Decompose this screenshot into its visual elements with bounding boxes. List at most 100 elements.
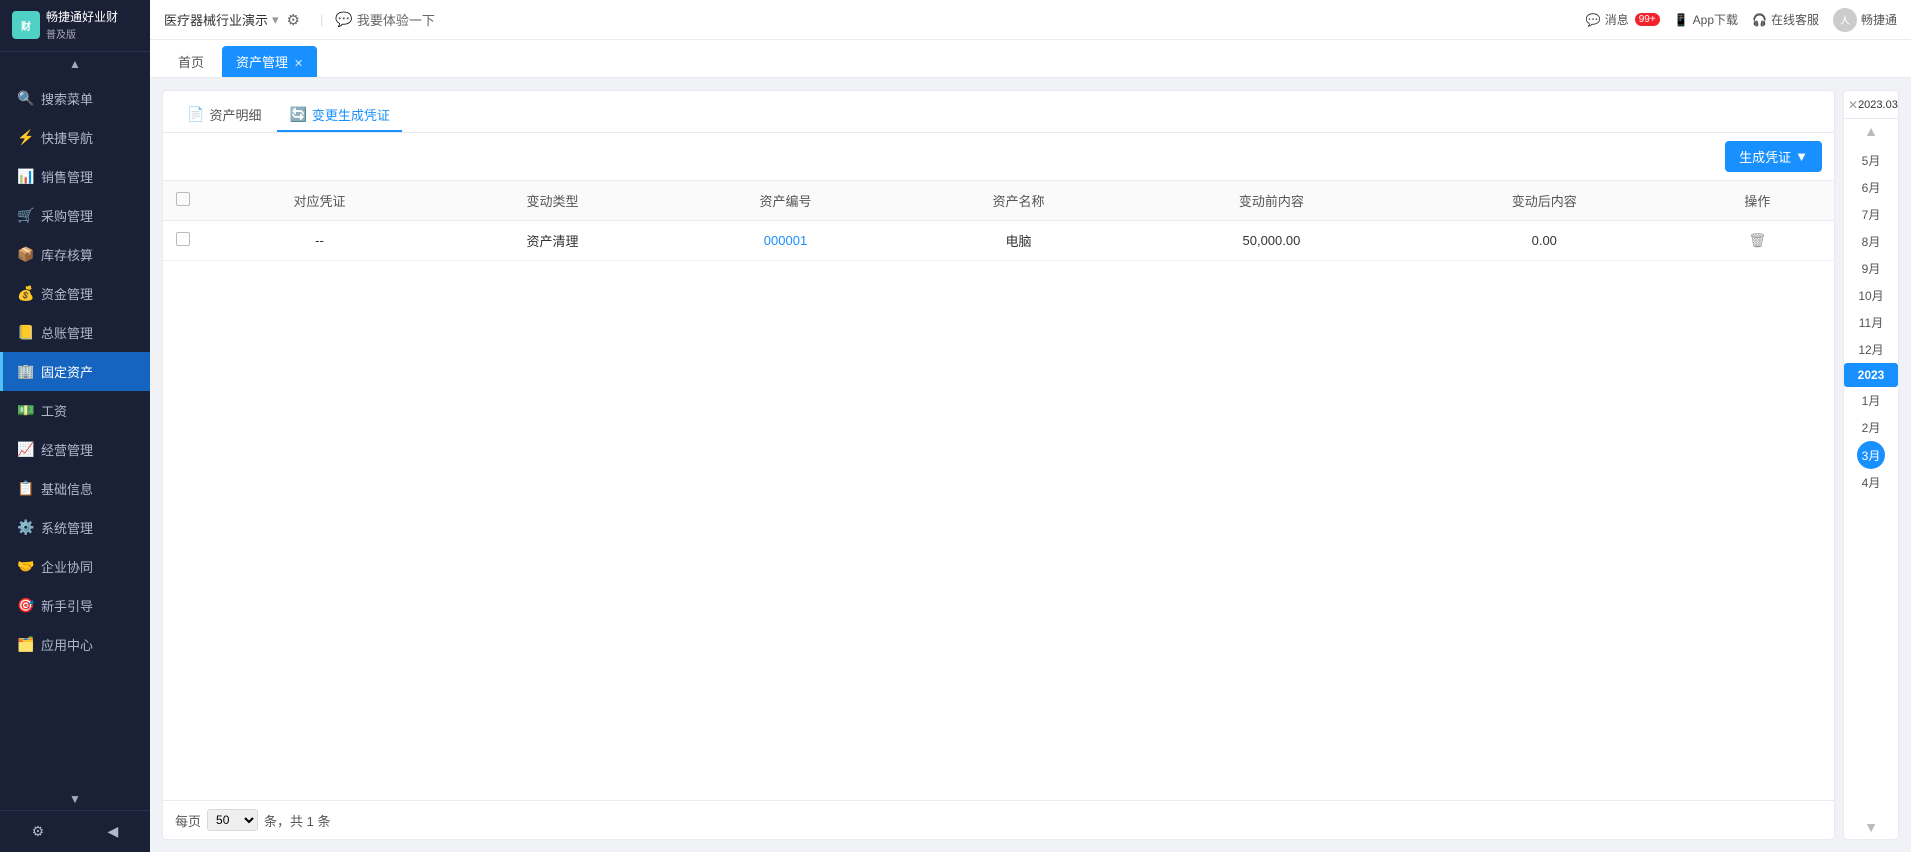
col-header-checkbox: [163, 181, 203, 221]
sidebar-item-sales[interactable]: 📊 销售管理: [0, 157, 150, 196]
right-panel-header: ✕ 2023.03 ⛶: [1844, 91, 1898, 119]
nav-icon-basic-info: 📋: [17, 480, 33, 497]
subtab-label-change-voucher: 变更生成凭证: [312, 105, 390, 124]
total-text: 条，共 1 条: [264, 811, 330, 830]
app-download-btn[interactable]: 📱 App下载: [1674, 11, 1738, 28]
subtabs: 📄 资产明细 🔄 变更生成凭证: [163, 91, 1834, 133]
data-table-wrap: 对应凭证变动类型资产编号资产名称变动前内容变动后内容操作 -- 资产清理 000…: [163, 181, 1834, 800]
nav-label-guide: 新手引导: [41, 596, 93, 615]
logo-icon: 财: [12, 11, 40, 39]
nav-label-apps: 应用中心: [41, 635, 93, 654]
timeline-down-btn[interactable]: ▼: [1844, 815, 1898, 839]
sidebar-item-payroll[interactable]: 💵 工资: [0, 391, 150, 430]
user-avatar: 人: [1833, 8, 1857, 32]
col-header-before-change: 变动前内容: [1135, 181, 1408, 221]
experience-icon: 💬: [335, 11, 352, 28]
col-header-asset-name: 资产名称: [902, 181, 1135, 221]
sidebar-item-collab[interactable]: 🤝 企业协同: [0, 547, 150, 586]
nav-label-basic-info: 基础信息: [41, 479, 93, 498]
app-download-icon: 📱: [1674, 13, 1689, 27]
timeline-month-3月[interactable]: 3月: [1857, 441, 1885, 469]
timeline-up-btn[interactable]: ▲: [1844, 119, 1898, 143]
row-checkbox-cell: [163, 221, 203, 261]
row-asset-code-0: 000001: [669, 221, 902, 261]
tab-label-home: 首页: [178, 55, 204, 70]
subtab-icon-change-voucher: 🔄: [289, 106, 306, 123]
subtab-change-voucher[interactable]: 🔄 变更生成凭证: [277, 99, 401, 132]
topbar-settings-icon[interactable]: ⚙: [287, 11, 300, 29]
sidebar-item-basic-info[interactable]: 📋 基础信息: [0, 469, 150, 508]
timeline-month-4月[interactable]: 4月: [1844, 469, 1898, 496]
timeline-month-11月[interactable]: 11月: [1844, 309, 1898, 336]
sidebar-scroll-up[interactable]: ▲: [0, 52, 150, 75]
tabbar: 首页 资产管理 ✕: [150, 40, 1911, 78]
row-after-change-0: 0.00: [1408, 221, 1681, 261]
customer-service-label: 在线客服: [1771, 11, 1819, 28]
tab-close-asset-management[interactable]: ✕: [294, 58, 303, 70]
col-header-after-change: 变动后内容: [1408, 181, 1681, 221]
sidebar-item-guide[interactable]: 🎯 新手引导: [0, 586, 150, 625]
sidebar-item-ledger[interactable]: 📒 总账管理: [0, 313, 150, 352]
timeline-year-2023[interactable]: 2023: [1844, 363, 1898, 387]
experience-btn[interactable]: 💬 我要体验一下: [335, 10, 434, 29]
collapse-btn[interactable]: ◀: [104, 819, 123, 844]
timeline-month-8月[interactable]: 8月: [1844, 228, 1898, 255]
timeline-month-6月[interactable]: 6月: [1844, 174, 1898, 201]
timeline-month-1月[interactable]: 1月: [1844, 387, 1898, 414]
customer-service-btn[interactable]: 🎧 在线客服: [1752, 11, 1819, 28]
settings-bottom-btn[interactable]: ⚙: [28, 819, 49, 844]
nav-label-finance: 资金管理: [41, 284, 93, 303]
notifications-btn[interactable]: 💬 消息 99+: [1586, 11, 1660, 28]
sidebar-item-operations[interactable]: 📈 经营管理: [0, 430, 150, 469]
nav-label-operations: 经营管理: [41, 440, 93, 459]
sidebar-item-quicknav[interactable]: ⚡ 快捷导航: [0, 118, 150, 157]
tab-asset-management[interactable]: 资产管理 ✕: [222, 46, 317, 77]
row-checkbox-0[interactable]: [176, 232, 190, 246]
right-panel-expand-btn[interactable]: ⛶: [1898, 97, 1899, 112]
nav-label-search: 搜索菜单: [41, 89, 93, 108]
sidebar-item-purchase[interactable]: 🛒 采购管理: [0, 196, 150, 235]
nav-icon-purchase: 🛒: [17, 207, 33, 224]
row-delete-btn-0[interactable]: 🗑: [1748, 232, 1766, 248]
subtab-asset-detail[interactable]: 📄 资产明细: [175, 99, 273, 132]
col-header-voucher: 对应凭证: [203, 181, 436, 221]
chevron-down-icon: ▾: [272, 12, 279, 28]
main-area: 医疗器械行业演示 ▾ ⚙ | 💬 我要体验一下 💬 消息 99+ 📱 App下载…: [150, 0, 1911, 852]
right-panel-year: 2023.03: [1858, 99, 1898, 111]
user-menu-btn[interactable]: 人 畅捷通: [1833, 8, 1897, 32]
company-name: 医疗器械行业演示: [164, 10, 268, 29]
col-header-operation: 操作: [1681, 181, 1834, 221]
timeline-month-12月[interactable]: 12月: [1844, 336, 1898, 363]
sidebar-item-inventory[interactable]: 📦 库存核算: [0, 235, 150, 274]
tab-label-asset-management: 资产管理: [236, 55, 288, 70]
tab-home[interactable]: 首页: [164, 46, 218, 77]
pagination: 每页 102050100 条，共 1 条: [163, 800, 1834, 839]
nav-label-sales: 销售管理: [41, 167, 93, 186]
nav-icon-inventory: 📦: [17, 246, 33, 263]
nav-icon-search: 🔍: [17, 90, 33, 107]
timeline-month-10月[interactable]: 10月: [1844, 282, 1898, 309]
sidebar-item-system[interactable]: ⚙️ 系统管理: [0, 508, 150, 547]
timeline-month-5月[interactable]: 5月: [1844, 147, 1898, 174]
sidebar-scroll-down[interactable]: ▼: [0, 787, 150, 810]
topbar-right: 💬 消息 99+ 📱 App下载 🎧 在线客服 人 畅捷通: [1586, 8, 1897, 32]
company-selector[interactable]: 医疗器械行业演示 ▾: [164, 10, 279, 29]
page-content: 📄 资产明细 🔄 变更生成凭证 生成凭证 ▼ 对应凭证变动类型资产编号资产名称变…: [150, 78, 1911, 852]
sidebar: 财 畅捷通好业财 普及版 ▲ 🔍 搜索菜单 ⚡ 快捷导航 📊 销售管理 🛒 采购…: [0, 0, 150, 852]
nav-label-ledger: 总账管理: [41, 323, 93, 342]
timeline-month-2月[interactable]: 2月: [1844, 414, 1898, 441]
sidebar-item-finance[interactable]: 💰 资金管理: [0, 274, 150, 313]
nav-icon-guide: 🎯: [17, 597, 33, 614]
subtab-label-asset-detail: 资产明细: [209, 105, 261, 124]
sidebar-bottom: ⚙ ◀: [0, 810, 150, 852]
header-checkbox[interactable]: [176, 192, 190, 206]
sidebar-item-search[interactable]: 🔍 搜索菜单: [0, 79, 150, 118]
sidebar-item-fixed-assets[interactable]: 🏢 固定资产: [0, 352, 150, 391]
timeline-month-7月[interactable]: 7月: [1844, 201, 1898, 228]
timeline-month-9月[interactable]: 9月: [1844, 255, 1898, 282]
right-panel-close-btn[interactable]: ✕: [1848, 98, 1858, 112]
page-size-select[interactable]: 102050100: [207, 809, 258, 831]
nav-label-quicknav: 快捷导航: [41, 128, 93, 147]
generate-voucher-btn[interactable]: 生成凭证 ▼: [1725, 141, 1822, 172]
sidebar-item-apps[interactable]: 🗂️ 应用中心: [0, 625, 150, 664]
